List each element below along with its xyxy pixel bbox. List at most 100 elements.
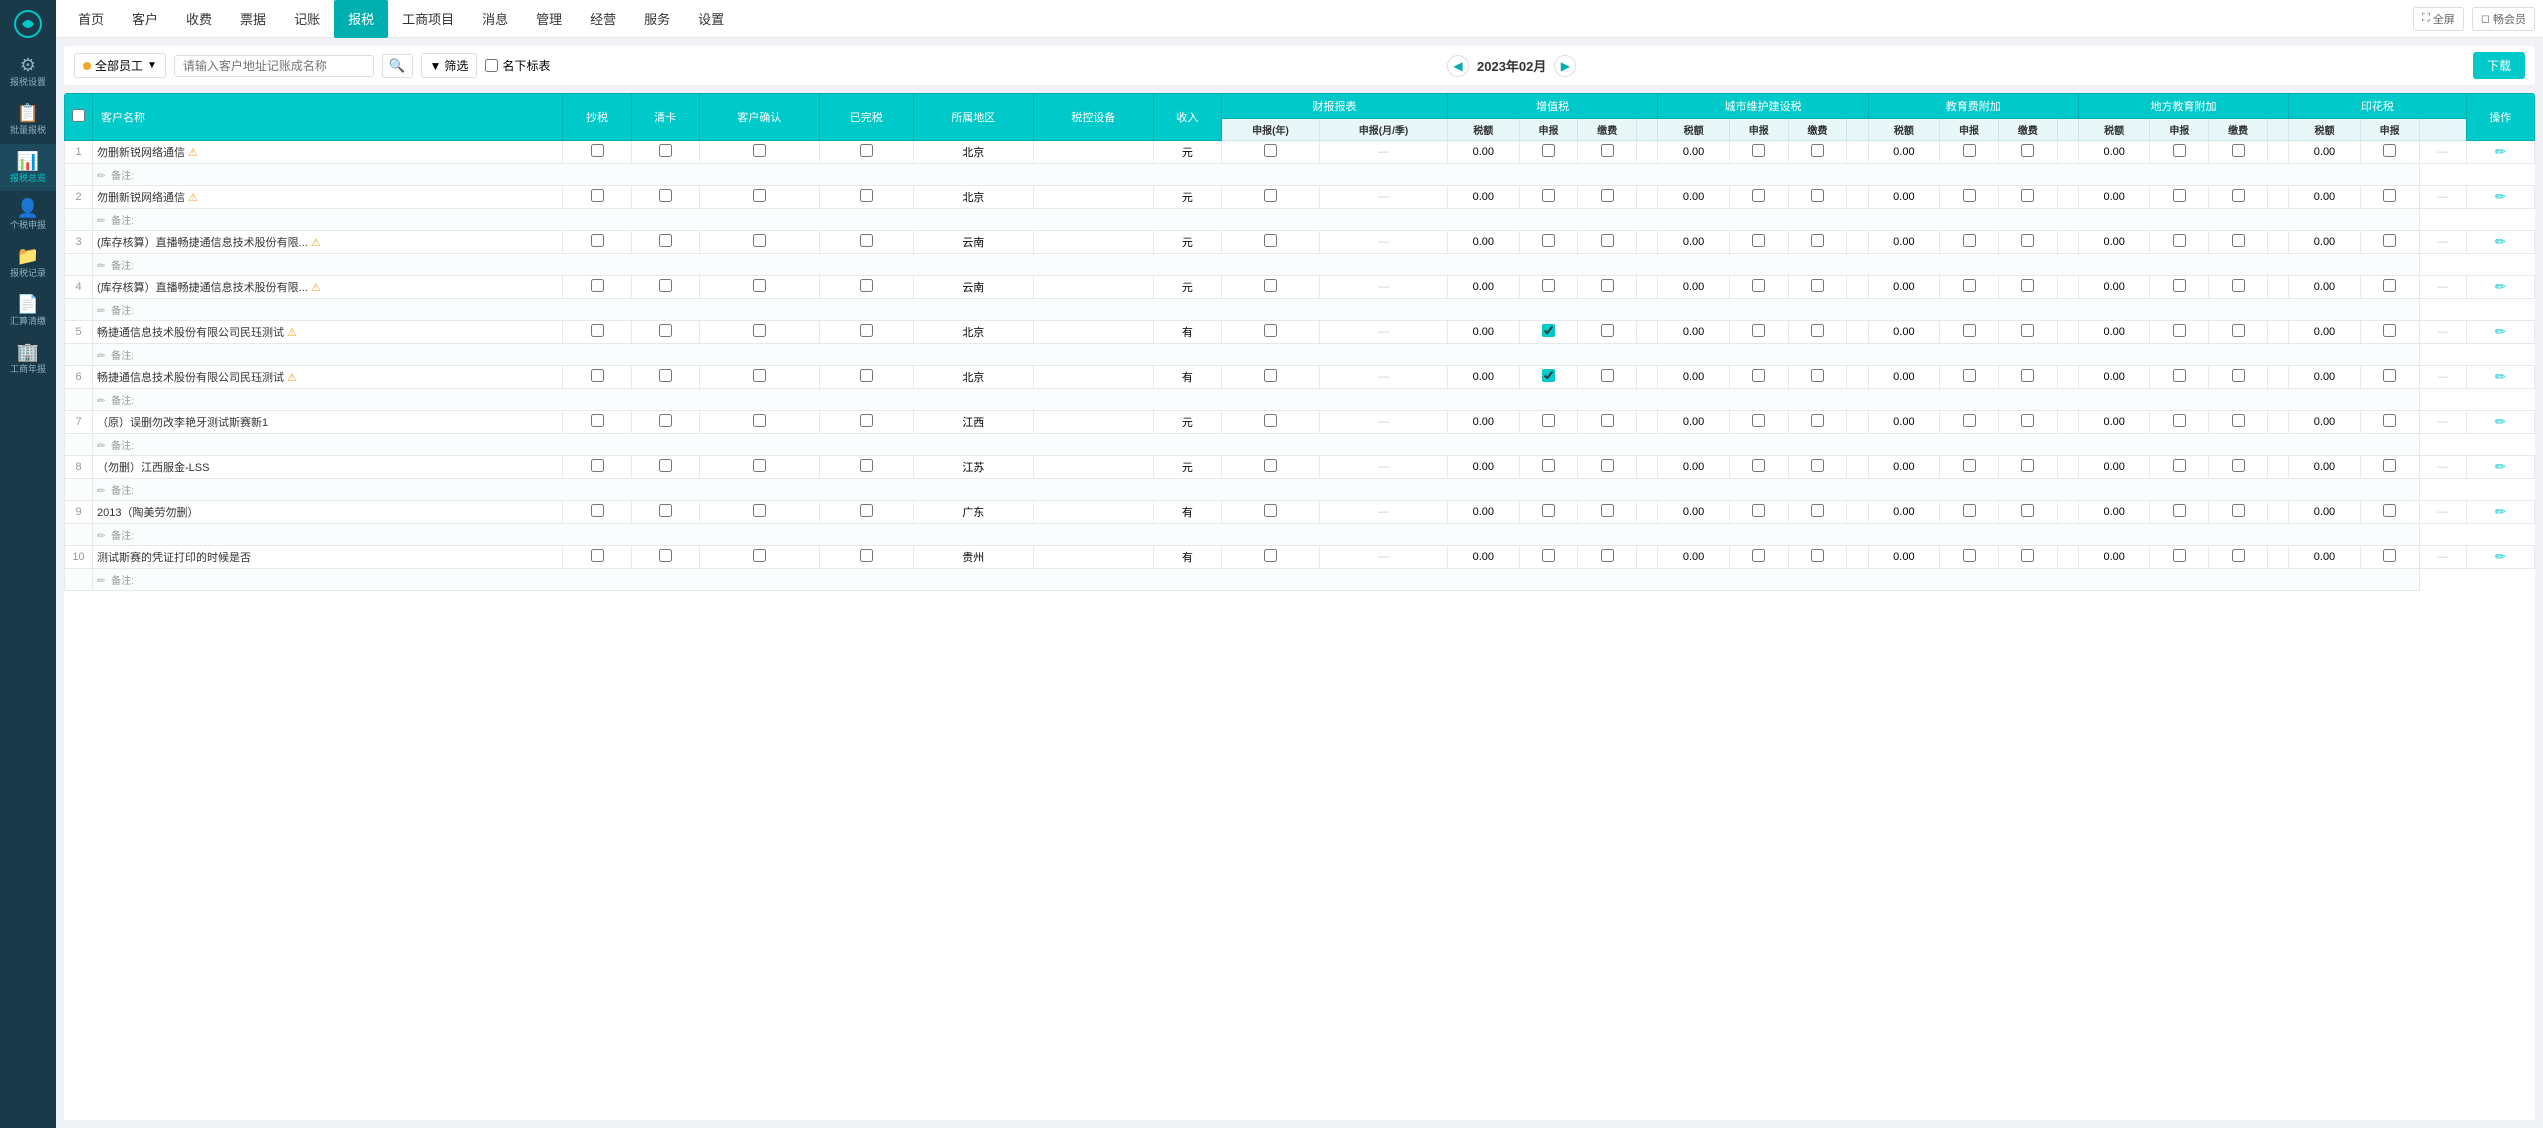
city-declare-cell[interactable] — [1729, 411, 1788, 434]
client-confirm-cell[interactable] — [699, 411, 819, 434]
edu-declare-cell[interactable] — [1940, 366, 1999, 389]
nav-operation[interactable]: 经营 — [576, 0, 630, 38]
edu-fee-cell[interactable] — [1998, 456, 2057, 479]
edu-fee-cell[interactable] — [1998, 141, 2057, 164]
local-declare-cell[interactable] — [2150, 141, 2209, 164]
city-fee-cell[interactable] — [1788, 186, 1847, 209]
edu-fee-cell[interactable] — [1998, 411, 2057, 434]
city-declare-cell[interactable] — [1729, 276, 1788, 299]
sidebar-item-tax-overview[interactable]: 📊 报税总览 — [0, 144, 56, 192]
edu-fee-cell[interactable] — [1998, 231, 2057, 254]
nav-tax[interactable]: 报税 — [334, 0, 388, 38]
edu-declare-cell[interactable] — [1940, 141, 1999, 164]
stamp-declare-cell[interactable] — [2360, 546, 2419, 569]
vat-fee-cell[interactable] — [1578, 231, 1637, 254]
vat-declare-cell[interactable] — [1519, 411, 1578, 434]
nav-home[interactable]: 首页 — [64, 0, 118, 38]
action-cell[interactable]: ✏ — [2466, 186, 2534, 209]
tax-copy-cell[interactable] — [563, 276, 631, 299]
sidebar-item-tax-settings[interactable]: ⚙ 报税设置 — [0, 48, 56, 96]
action-cell[interactable]: ✏ — [2466, 501, 2534, 524]
client-confirm-cell[interactable] — [699, 321, 819, 344]
paid-cell[interactable] — [819, 546, 913, 569]
prev-month-button[interactable]: ◀ — [1447, 55, 1469, 77]
local-declare-cell[interactable] — [2150, 411, 2209, 434]
nav-message[interactable]: 消息 — [468, 0, 522, 38]
clear-card-cell[interactable] — [631, 501, 699, 524]
city-declare-cell[interactable] — [1729, 186, 1788, 209]
paid-cell[interactable] — [819, 501, 913, 524]
edit-icon[interactable]: ✏ — [2495, 459, 2506, 474]
local-fee-cell[interactable] — [2209, 141, 2268, 164]
edit-icon[interactable]: ✏ — [2495, 504, 2506, 519]
financial-year-cell[interactable] — [1221, 456, 1319, 479]
search-button[interactable]: 🔍 — [382, 54, 413, 78]
vat-declare-cell[interactable] — [1519, 501, 1578, 524]
vat-fee-cell[interactable] — [1578, 546, 1637, 569]
city-fee-cell[interactable] — [1788, 276, 1847, 299]
vat-fee-cell[interactable] — [1578, 276, 1637, 299]
vat-declare-cell[interactable] — [1519, 231, 1578, 254]
vat-fee-cell[interactable] — [1578, 501, 1637, 524]
clear-card-cell[interactable] — [631, 546, 699, 569]
local-declare-cell[interactable] — [2150, 186, 2209, 209]
local-declare-cell[interactable] — [2150, 546, 2209, 569]
action-cell[interactable]: ✏ — [2466, 321, 2534, 344]
vat-declare-cell[interactable] — [1519, 456, 1578, 479]
city-fee-cell[interactable] — [1788, 366, 1847, 389]
vat-declare-cell[interactable] — [1519, 141, 1578, 164]
download-button[interactable]: 下载 — [2473, 52, 2525, 79]
edu-fee-cell[interactable] — [1998, 321, 2057, 344]
fullscreen-button[interactable]: ⛶ 全屏 — [2413, 7, 2464, 31]
local-fee-cell[interactable] — [2209, 186, 2268, 209]
local-declare-cell[interactable] — [2150, 276, 2209, 299]
edu-fee-cell[interactable] — [1998, 186, 2057, 209]
nav-bookkeeping[interactable]: 记账 — [280, 0, 334, 38]
edu-fee-cell[interactable] — [1998, 276, 2057, 299]
clear-card-cell[interactable] — [631, 141, 699, 164]
clear-card-cell[interactable] — [631, 231, 699, 254]
edit-icon[interactable]: ✏ — [2495, 414, 2506, 429]
local-declare-cell[interactable] — [2150, 231, 2209, 254]
city-fee-cell[interactable] — [1788, 456, 1847, 479]
local-fee-cell[interactable] — [2209, 366, 2268, 389]
city-declare-cell[interactable] — [1729, 456, 1788, 479]
stamp-declare-cell[interactable] — [2360, 501, 2419, 524]
city-declare-cell[interactable] — [1729, 546, 1788, 569]
local-fee-cell[interactable] — [2209, 321, 2268, 344]
stamp-declare-cell[interactable] — [2360, 456, 2419, 479]
edu-fee-cell[interactable] — [1998, 366, 2057, 389]
client-confirm-cell[interactable] — [699, 501, 819, 524]
edit-icon[interactable]: ✏ — [2495, 234, 2506, 249]
tax-copy-cell[interactable] — [563, 501, 631, 524]
city-declare-cell[interactable] — [1729, 141, 1788, 164]
edit-icon[interactable]: ✏ — [2495, 279, 2506, 294]
tax-copy-cell[interactable] — [563, 366, 631, 389]
vat-declare-cell[interactable] — [1519, 366, 1578, 389]
client-confirm-cell[interactable] — [699, 366, 819, 389]
action-cell[interactable]: ✏ — [2466, 411, 2534, 434]
tax-copy-cell[interactable] — [563, 186, 631, 209]
local-fee-cell[interactable] — [2209, 231, 2268, 254]
edit-icon[interactable]: ✏ — [2495, 189, 2506, 204]
tax-copy-cell[interactable] — [563, 321, 631, 344]
local-fee-cell[interactable] — [2209, 456, 2268, 479]
vat-fee-cell[interactable] — [1578, 366, 1637, 389]
paid-cell[interactable] — [819, 231, 913, 254]
clear-card-cell[interactable] — [631, 186, 699, 209]
edu-fee-cell[interactable] — [1998, 501, 2057, 524]
financial-year-cell[interactable] — [1221, 231, 1319, 254]
action-cell[interactable]: ✏ — [2466, 546, 2534, 569]
local-fee-cell[interactable] — [2209, 411, 2268, 434]
financial-year-cell[interactable] — [1221, 276, 1319, 299]
vat-declare-cell[interactable] — [1519, 186, 1578, 209]
vat-declare-cell[interactable] — [1519, 321, 1578, 344]
city-fee-cell[interactable] — [1788, 501, 1847, 524]
edu-declare-cell[interactable] — [1940, 546, 1999, 569]
city-fee-cell[interactable] — [1788, 141, 1847, 164]
paid-cell[interactable] — [819, 186, 913, 209]
clear-card-cell[interactable] — [631, 321, 699, 344]
paid-cell[interactable] — [819, 141, 913, 164]
action-cell[interactable]: ✏ — [2466, 141, 2534, 164]
edu-fee-cell[interactable] — [1998, 546, 2057, 569]
